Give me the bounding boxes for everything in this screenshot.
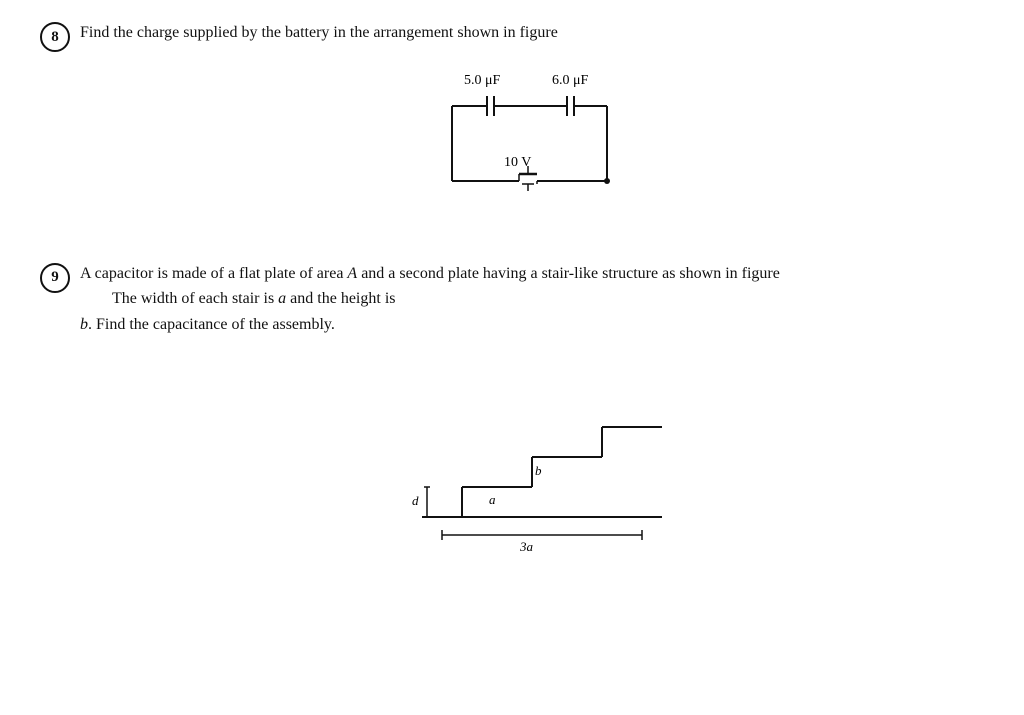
circuit-diagram: 5.0 μF 6.0 μF: [422, 66, 642, 221]
problem-9-figure: d a b 3a: [80, 357, 984, 557]
problem-8-content: Find the charge supplied by the battery …: [80, 20, 984, 231]
svg-text:b: b: [535, 463, 542, 478]
svg-text:3a: 3a: [519, 539, 534, 554]
height-variable: b: [80, 316, 88, 333]
problem-9-text: A capacitor is made of a flat plate of a…: [80, 261, 984, 338]
svg-text:5.0 μF: 5.0 μF: [464, 73, 501, 88]
svg-text:d: d: [412, 493, 419, 508]
problem-9-content: A capacitor is made of a flat plate of a…: [80, 261, 984, 568]
width-variable: a: [278, 290, 286, 307]
problem-8: 8 Find the charge supplied by the batter…: [40, 20, 984, 231]
problem-8-figure: 5.0 μF 6.0 μF: [80, 66, 984, 221]
problem-9: 9 A capacitor is made of a flat plate of…: [40, 261, 984, 568]
problem-8-text: Find the charge supplied by the battery …: [80, 20, 984, 46]
problem-9-number: 9: [40, 263, 70, 293]
svg-text:a: a: [489, 492, 496, 507]
area-variable: A: [347, 265, 357, 282]
problem-8-number: 8: [40, 22, 70, 52]
stair-diagram: d a b 3a: [362, 357, 702, 557]
svg-text:6.0 μF: 6.0 μF: [552, 73, 589, 88]
